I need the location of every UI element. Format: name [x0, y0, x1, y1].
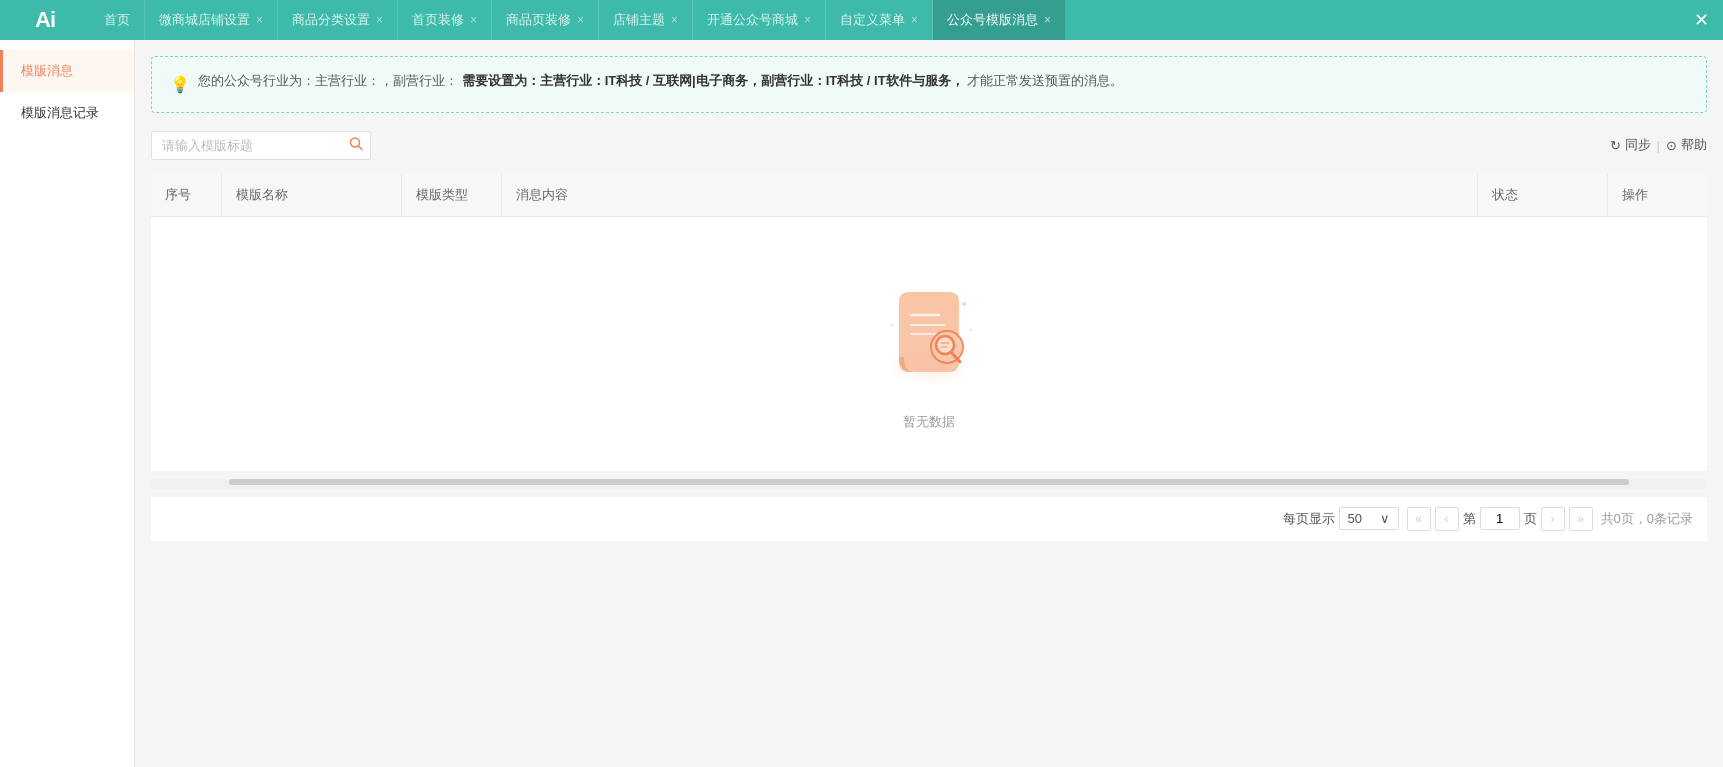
top-nav: Ai 首页微商城店铺设置×商品分类设置×首页装修×商品页装修×店铺主题×开通公众… [0, 0, 1723, 40]
nav-tab-custom-menu[interactable]: 自定义菜单 × [826, 0, 933, 40]
nav-tab-close-shop-theme[interactable]: × [671, 13, 678, 27]
page-suffix: 页 [1524, 510, 1537, 528]
search-button[interactable] [349, 137, 363, 154]
sidebar-item-template-msg[interactable]: 模版消息 [0, 50, 134, 92]
nav-tab-homepage-decor[interactable]: 首页装修 × [398, 0, 492, 40]
nav-tab-template-msg[interactable]: 公众号模版消息 × [933, 0, 1066, 40]
nav-tabs: 首页微商城店铺设置×商品分类设置×首页装修×商品页装修×店铺主题×开通公众号商城… [90, 0, 1680, 40]
empty-icon: ✦ ✦ ✦ [869, 277, 989, 397]
main-layout: 模版消息模版消息记录 💡 您的公众号行业为：主营行业：，副营行业： 需要设置为：… [0, 40, 1723, 767]
data-table: 序号模版名称模版类型消息内容状态操作 [151, 174, 1707, 471]
page-number-input[interactable] [1480, 507, 1520, 530]
col-header-name: 模版名称 [221, 174, 401, 217]
svg-text:✦: ✦ [969, 327, 973, 333]
nav-tab-product-category[interactable]: 商品分类设置 × [278, 0, 398, 40]
nav-tab-close-custom-menu[interactable]: × [911, 13, 918, 27]
nav-tab-label: 首页 [104, 11, 130, 29]
nav-tab-label: 商品页装修 [506, 11, 571, 29]
table-header-row: 序号模版名称模版类型消息内容状态操作 [151, 174, 1707, 217]
nav-tab-close-homepage-decor[interactable]: × [470, 13, 477, 27]
sync-button[interactable]: ↻ 同步 [1610, 136, 1651, 154]
table-head: 序号模版名称模版类型消息内容状态操作 [151, 174, 1707, 217]
last-page-button[interactable]: » [1569, 507, 1593, 531]
nav-tab-close-open-mall[interactable]: × [804, 13, 811, 27]
nav-tab-label: 店铺主题 [613, 11, 665, 29]
page-nav: « ‹ 第 页 › » [1407, 507, 1593, 531]
scrollbar-area[interactable] [151, 479, 1707, 489]
svg-text:✦: ✦ [961, 300, 968, 309]
empty-state: ✦ ✦ ✦ 暂无数据 [151, 217, 1707, 471]
nav-tab-label: 公众号模版消息 [947, 11, 1038, 29]
sync-label: 同步 [1625, 136, 1651, 154]
col-header-status: 状态 [1477, 174, 1607, 217]
col-header-content: 消息内容 [501, 174, 1477, 217]
svg-text:✦: ✦ [889, 322, 894, 328]
table-body: ✦ ✦ ✦ 暂无数据 [151, 216, 1707, 471]
sidebar-item-template-msg-record[interactable]: 模版消息记录 [0, 92, 134, 134]
scrollbar-track [229, 479, 1629, 485]
sync-icon: ↻ [1610, 138, 1621, 153]
nav-tab-label: 自定义菜单 [840, 11, 905, 29]
sidebar: 模版消息模版消息记录 [0, 40, 135, 767]
content-area: 💡 您的公众号行业为：主营行业：，副营行业： 需要设置为：主营行业：IT科技 /… [135, 40, 1723, 767]
chevron-down-icon: ∨ [1380, 511, 1390, 526]
page-size-label: 每页显示 [1283, 510, 1335, 528]
app-logo: Ai [0, 0, 90, 40]
search-input-wrap [151, 131, 371, 160]
close-all-button[interactable]: ✕ [1680, 0, 1723, 40]
col-header-index: 序号 [151, 174, 221, 217]
help-button[interactable]: ⊙ 帮助 [1666, 136, 1707, 154]
nav-tab-product-page-decor[interactable]: 商品页装修 × [492, 0, 599, 40]
bulb-icon: 💡 [170, 72, 190, 98]
svg-line-1 [359, 146, 363, 150]
notice-box: 💡 您的公众号行业为：主营行业：，副营行业： 需要设置为：主营行业：IT科技 /… [151, 56, 1707, 113]
help-icon: ⊙ [1666, 138, 1677, 153]
nav-tab-label: 微商城店铺设置 [159, 11, 250, 29]
first-page-button[interactable]: « [1407, 507, 1431, 531]
notice-highlight: 需要设置为：主营行业：IT科技 / 互联网|电子商务，副营行业：IT科技 / I… [462, 73, 964, 88]
col-header-type: 模版类型 [401, 174, 501, 217]
nav-tab-open-mall[interactable]: 开通公众号商城 × [693, 0, 826, 40]
col-header-action: 操作 [1607, 174, 1707, 217]
page-prefix: 第 [1463, 510, 1476, 528]
nav-tab-close-product-page-decor[interactable]: × [577, 13, 584, 27]
nav-tab-shop-theme[interactable]: 店铺主题 × [599, 0, 693, 40]
total-info: 共0页，0条记录 [1601, 510, 1693, 528]
nav-tab-close-product-category[interactable]: × [376, 13, 383, 27]
search-bar: ↻ 同步 | ⊙ 帮助 [151, 131, 1707, 160]
nav-tab-micro-shop[interactable]: 微商城店铺设置 × [145, 0, 278, 40]
nav-tab-close-micro-shop[interactable]: × [256, 13, 263, 27]
nav-tab-home[interactable]: 首页 [90, 0, 145, 40]
page-size-dropdown[interactable]: 50 ∨ [1339, 507, 1399, 530]
nav-tab-label: 开通公众号商城 [707, 11, 798, 29]
nav-tab-label: 首页装修 [412, 11, 464, 29]
nav-tab-label: 商品分类设置 [292, 11, 370, 29]
pagination: 每页显示 50 ∨ « ‹ 第 页 › » 共0页，0条记录 [151, 497, 1707, 541]
table-container: 序号模版名称模版类型消息内容状态操作 [151, 174, 1707, 471]
notice-text: 您的公众号行业为：主营行业：，副营行业： 需要设置为：主营行业：IT科技 / 互… [198, 71, 1123, 92]
help-label: 帮助 [1681, 136, 1707, 154]
empty-row: ✦ ✦ ✦ 暂无数据 [151, 216, 1707, 471]
search-input[interactable] [151, 131, 371, 160]
page-size-value: 50 [1348, 511, 1362, 526]
prev-page-button[interactable]: ‹ [1435, 507, 1459, 531]
nav-tab-close-template-msg[interactable]: × [1044, 13, 1051, 27]
next-page-button[interactable]: › [1541, 507, 1565, 531]
empty-text: 暂无数据 [151, 413, 1707, 431]
divider: | [1657, 138, 1660, 153]
page-size-select: 每页显示 50 ∨ [1283, 507, 1399, 530]
toolbar-right: ↻ 同步 | ⊙ 帮助 [1610, 136, 1707, 154]
